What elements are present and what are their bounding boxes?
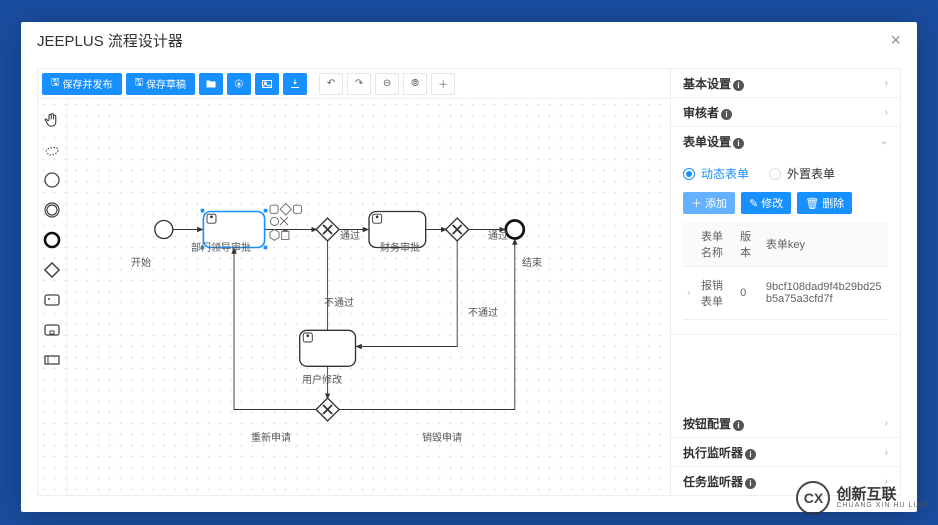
hand-tool-icon[interactable] <box>43 111 61 129</box>
save-draft-button[interactable]: 🖫保存草稿 <box>126 73 196 95</box>
end-event-icon[interactable] <box>43 231 61 249</box>
form-table: 表单名称 版本 表单key › 报销表单 0 9bcf108dad9f4b29b… <box>683 222 888 320</box>
task-dept-label: 部门领导审批 <box>191 239 251 254</box>
element-palette <box>38 99 68 495</box>
panel-form-header[interactable]: 表单设置i ⌄ <box>671 127 900 155</box>
radio-external-form[interactable]: 外置表单 <box>769 165 835 182</box>
info-icon: i <box>745 449 756 460</box>
delete-button[interactable]: 🗑 删除 <box>797 192 852 214</box>
watermark-logo-icon: CX <box>796 481 830 515</box>
toolbar: 🖫保存并发布 🖫保存草稿 ↶ ↷ <box>38 69 670 99</box>
edge-pass2-label: 通过 <box>488 227 508 242</box>
panel-reviewer-header[interactable]: 审核者i › <box>671 98 900 126</box>
task-icon[interactable] <box>43 291 61 309</box>
lasso-tool-icon[interactable] <box>43 141 61 159</box>
edge-fail1-label: 不通过 <box>324 294 354 309</box>
edge-fail2-label: 不通过 <box>468 304 498 319</box>
designer-left: 🖫保存并发布 🖫保存草稿 ↶ ↷ <box>37 68 671 496</box>
start-label: 开始 <box>131 254 151 269</box>
context-pad[interactable] <box>270 204 302 241</box>
edge-cancel[interactable] <box>338 239 515 410</box>
start-event-icon[interactable] <box>43 171 61 189</box>
end-event[interactable] <box>506 221 524 239</box>
col-version: 版本 <box>736 222 762 267</box>
zoom-reset-button[interactable]: ⦾ <box>403 73 427 95</box>
save-publish-button[interactable]: 🖫保存并发布 <box>42 73 122 95</box>
gateway-2[interactable] <box>446 218 469 241</box>
modal-title: JEEPLUS 流程设计器 <box>37 30 183 51</box>
panel-form-body: 动态表单 外置表单 ＋ 添加 ✎ 修改 🗑 删除 表单名称 版本 表单ke <box>671 155 900 334</box>
image-button[interactable] <box>255 73 279 95</box>
watermark-brand: 创新互联 <box>836 487 928 502</box>
download-button[interactable] <box>283 73 307 95</box>
col-form-key: 表单key <box>762 222 888 267</box>
settings-button[interactable] <box>227 73 251 95</box>
info-icon: i <box>733 420 744 431</box>
info-icon: i <box>721 109 732 120</box>
edge-pass1-label: 通过 <box>340 227 360 242</box>
gateway-1[interactable] <box>316 218 339 241</box>
task-user-label: 用户修改 <box>302 371 342 386</box>
modal-process-designer: JEEPLUS 流程设计器 × 🖫保存并发布 🖫保存草稿 <box>21 22 917 512</box>
bpmn-canvas[interactable]: 开始 结束 部门领导审批 财务审批 用户修改 通过 通过 不通过 不通过 重新申… <box>68 99 670 495</box>
watermark: CX 创新互联 CHUANG XIN HU LIAN <box>796 481 928 515</box>
info-icon: i <box>733 138 744 149</box>
panel-exec-listener-header[interactable]: 执行监听器i › <box>671 438 900 466</box>
gateway-icon[interactable] <box>43 261 61 279</box>
chevron-right-icon: › <box>885 107 888 118</box>
chevron-down-icon: ⌄ <box>880 136 888 147</box>
table-row[interactable]: › 报销表单 0 9bcf108dad9f4b29bd25b5a75a3cfd7… <box>683 267 888 320</box>
zoom-out-button[interactable]: ⊖ <box>375 73 399 95</box>
radio-dynamic-form[interactable]: 动态表单 <box>683 165 749 182</box>
subprocess-icon[interactable] <box>43 321 61 339</box>
edge-cancel-label: 销毁申请 <box>422 429 462 444</box>
zoom-in-button[interactable]: ＋ <box>431 73 455 95</box>
redo-button[interactable]: ↷ <box>347 73 371 95</box>
edge-resubmit-label: 重新申请 <box>251 429 291 444</box>
panel-button-cfg-header[interactable]: 按钮配置i › <box>671 409 900 437</box>
modal-header: JEEPLUS 流程设计器 × <box>21 22 917 52</box>
info-icon: i <box>733 80 744 91</box>
intermediate-event-icon[interactable] <box>43 201 61 219</box>
info-icon: i <box>745 478 756 489</box>
add-button[interactable]: ＋ 添加 <box>683 192 735 214</box>
chevron-right-icon: › <box>885 447 888 458</box>
task-user[interactable] <box>300 330 356 366</box>
open-folder-button[interactable] <box>199 73 223 95</box>
chevron-right-icon: › <box>885 418 888 429</box>
chevron-right-icon: › <box>885 78 888 89</box>
edge-gw2-user[interactable] <box>356 239 458 346</box>
gateway-3[interactable] <box>316 398 339 421</box>
col-form-name: 表单名称 <box>697 222 736 267</box>
edit-button[interactable]: ✎ 修改 <box>741 192 791 214</box>
expand-row-icon[interactable]: › <box>683 267 697 320</box>
task-finance-label: 财务审批 <box>380 239 420 254</box>
end-label: 结束 <box>522 254 542 269</box>
close-icon[interactable]: × <box>890 31 901 49</box>
pool-icon[interactable] <box>43 351 61 369</box>
panel-basic-header[interactable]: 基本设置i › <box>671 69 900 97</box>
undo-button[interactable]: ↶ <box>319 73 343 95</box>
start-event[interactable] <box>155 221 173 239</box>
watermark-sub: CHUANG XIN HU LIAN <box>836 502 928 509</box>
property-panel: 基本设置i › 审核者i › 表单设置i ⌄ 动态表单 外置表单 <box>671 68 901 496</box>
